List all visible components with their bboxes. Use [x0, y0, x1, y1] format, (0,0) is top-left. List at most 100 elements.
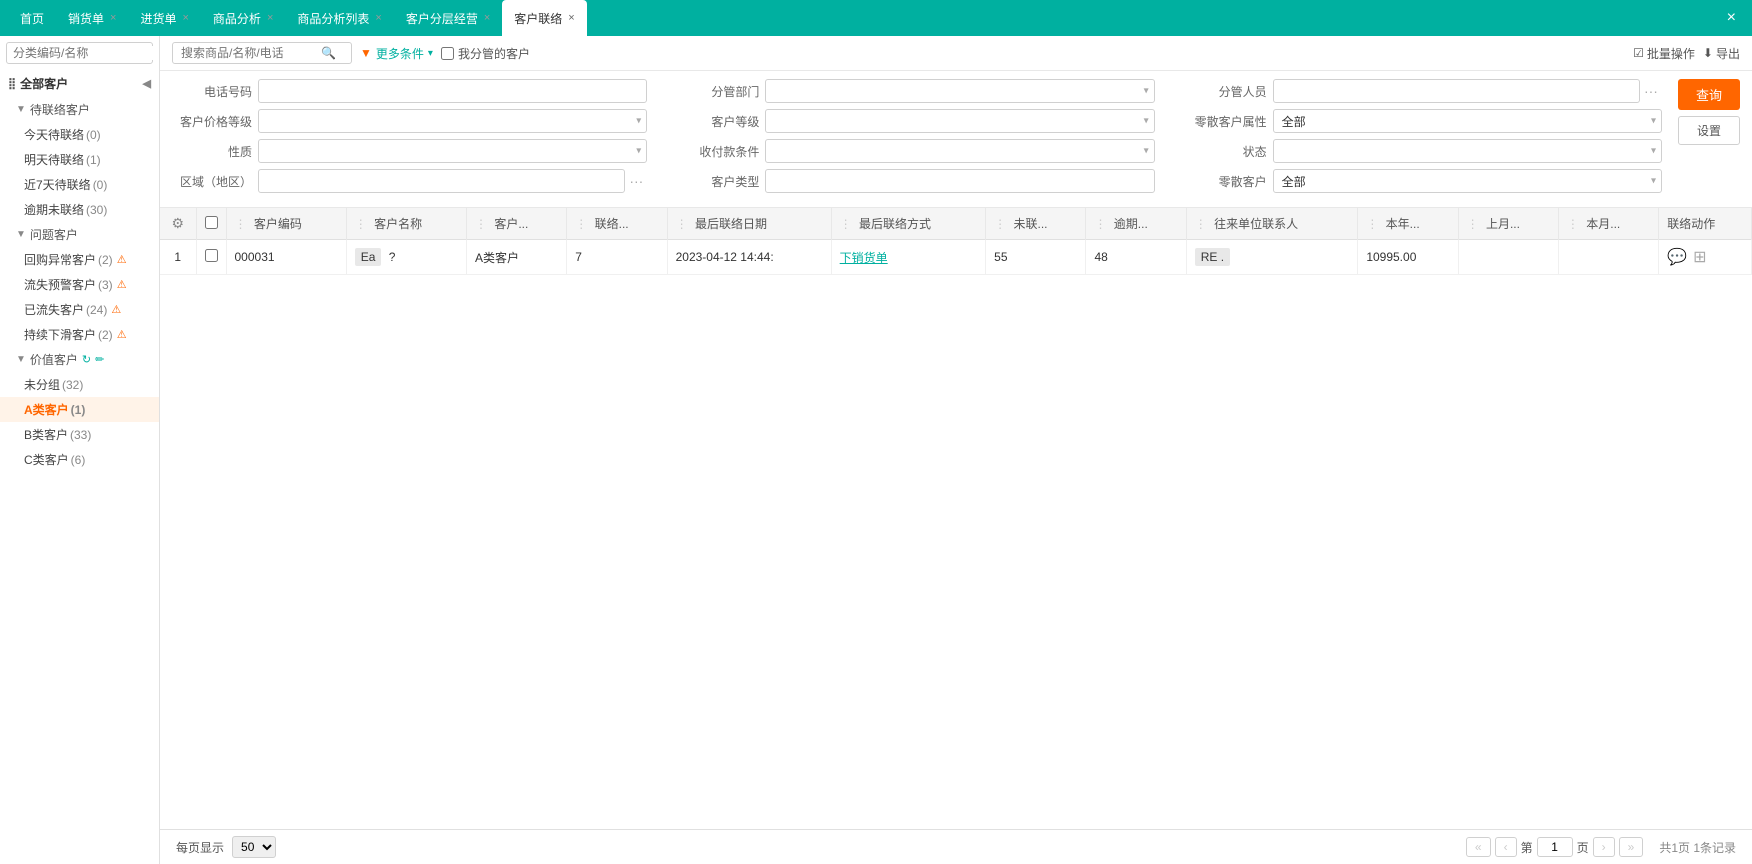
gear-icon[interactable]: ⚙ — [171, 215, 184, 231]
customer-type-input[interactable] — [765, 169, 1154, 193]
tab-product-analysis[interactable]: 商品分析 × — [201, 0, 285, 36]
region-dots-btn[interactable]: ··· — [625, 173, 647, 189]
payment-input[interactable] — [765, 139, 1154, 163]
row-checkbox-cell[interactable] — [196, 240, 226, 275]
batch-operation-btn[interactable]: ☑ 批量操作 — [1633, 45, 1695, 62]
col-thisyear-handle[interactable]: ⋮ — [1366, 217, 1378, 231]
sidebar-item-overdue-pending[interactable]: 逾期未联络 (30) — [0, 197, 159, 222]
price-grade-input[interactable] — [258, 109, 647, 133]
tab-sales[interactable]: 销货单 × — [56, 0, 128, 36]
phone-input[interactable] — [258, 79, 647, 103]
retail-prop-select-wrap[interactable]: ▾ — [1273, 109, 1662, 133]
col-notcontact-handle[interactable]: ⋮ — [994, 217, 1006, 231]
row-checkbox[interactable] — [205, 249, 218, 262]
col-date-handle[interactable]: ⋮ — [676, 217, 688, 231]
filter-search-box[interactable]: 🔍 — [172, 42, 352, 64]
sidebar-item-ungrouped[interactable]: 未分组 (32) — [0, 372, 159, 397]
export-btn[interactable]: ⬇ 导出 — [1703, 45, 1740, 62]
tab-product-analysis-list[interactable]: 商品分析列表 × — [285, 0, 393, 36]
sidebar-item-today-pending[interactable]: 今天待联络 (0) — [0, 122, 159, 147]
all-customers-header[interactable]: ⣿ 全部客户 ◀ — [0, 70, 159, 97]
value-refresh-icon[interactable]: ↻ — [82, 353, 91, 366]
select-all-checkbox[interactable] — [205, 216, 218, 229]
sidebar-item-week-pending[interactable]: 近7天待联络 (0) — [0, 172, 159, 197]
settings-button[interactable]: 设置 — [1678, 116, 1740, 145]
sidebar-item-repurchase-anomaly[interactable]: 回购异常客户 (2) ⚠ — [0, 247, 159, 272]
my-customers-checkbox-wrap[interactable]: 我分管的客户 — [441, 45, 530, 62]
nature-input[interactable] — [258, 139, 647, 163]
dept-select-wrap[interactable]: ▾ — [765, 79, 1154, 103]
col-type-handle[interactable]: ⋮ — [475, 217, 487, 231]
sidebar-item-tomorrow-pending[interactable]: 明天待联络 (1) — [0, 147, 159, 172]
tab-sales-close[interactable]: × — [110, 12, 116, 24]
filter-search-icon[interactable]: 🔍 — [321, 46, 336, 60]
col-checkbox[interactable] — [196, 208, 226, 240]
tab-purchase-close[interactable]: × — [182, 12, 188, 24]
tab-customer-tier[interactable]: 客户分层经营 × — [394, 0, 502, 36]
sidebar: 🔍 ⣿ 全部客户 ◀ ▼ 待联络客户 今天待联络 (0) 明天待联络 (1) 近… — [0, 36, 160, 864]
tab-customer-contact-close[interactable]: × — [568, 12, 574, 24]
sidebar-item-declining[interactable]: 持续下滑客户 (2) ⚠ — [0, 322, 159, 347]
close-all-tabs-button[interactable]: × — [1719, 9, 1744, 27]
my-customers-checkbox[interactable] — [441, 47, 454, 60]
sidebar-item-b-class[interactable]: B类客户 (33) — [0, 422, 159, 447]
tab-product-analysis-list-close[interactable]: × — [375, 12, 381, 24]
col-thismonth-handle[interactable]: ⋮ — [1567, 217, 1579, 231]
sidebar-search-box[interactable]: 🔍 — [6, 42, 153, 64]
nature-select-wrap[interactable]: ▾ — [258, 139, 647, 163]
sidebar-item-churned[interactable]: 已流失客户 (24) ⚠ — [0, 297, 159, 322]
row-not-contacted: 55 — [986, 240, 1086, 275]
col-method-handle[interactable]: ⋮ — [840, 217, 852, 231]
sidebar-item-churn-warning[interactable]: 流失预警客户 (3) ⚠ — [0, 272, 159, 297]
staff-dots-btn[interactable]: ··· — [1640, 83, 1662, 99]
sidebar-collapse-btn[interactable]: ◀ — [143, 77, 151, 90]
col-overdue-handle[interactable]: ⋮ — [1094, 217, 1106, 231]
value-arrow: ▼ — [16, 354, 26, 365]
page-size-select[interactable]: 50 — [232, 836, 276, 858]
col-unitcontact-handle[interactable]: ⋮ — [1195, 217, 1207, 231]
sidebar-item-a-class[interactable]: A类客户 (1) — [0, 397, 159, 422]
sidebar-search-input[interactable] — [13, 46, 160, 60]
tab-product-analysis-close[interactable]: × — [267, 12, 273, 24]
retail-customer-select-wrap[interactable]: ▾ — [1273, 169, 1662, 193]
sidebar-item-c-class[interactable]: C类客户 (6) — [0, 447, 159, 472]
retail-customer-input[interactable] — [1273, 169, 1662, 193]
churned-label: 已流失客户 — [24, 301, 84, 318]
value-edit-icon[interactable]: ✏ — [95, 353, 104, 366]
last-page-btn[interactable]: » — [1619, 837, 1644, 857]
col-settings[interactable]: ⚙ — [160, 208, 196, 240]
dept-input[interactable] — [765, 79, 1154, 103]
col-code-handle[interactable]: ⋮ — [235, 217, 247, 231]
problem-customer-group[interactable]: ▼ 问题客户 — [0, 222, 159, 247]
tab-home[interactable]: 首页 — [8, 0, 56, 36]
query-button[interactable]: 查询 — [1678, 79, 1740, 110]
row-link-icon[interactable]: ⊞ — [1693, 247, 1706, 267]
value-customer-group[interactable]: ▼ 价值客户 ↻ ✏ — [0, 347, 159, 372]
col-lastmonth-handle[interactable]: ⋮ — [1467, 217, 1479, 231]
price-grade-select-wrap[interactable]: ▾ — [258, 109, 647, 133]
status-input[interactable] — [1273, 139, 1662, 163]
page-input[interactable] — [1537, 837, 1573, 857]
next-page-btn[interactable]: › — [1593, 837, 1615, 857]
status-select-wrap[interactable]: ▾ — [1273, 139, 1662, 163]
row-message-icon[interactable]: 💬 — [1667, 247, 1687, 267]
staff-input[interactable] — [1273, 79, 1640, 103]
prev-page-btn[interactable]: ‹ — [1495, 837, 1517, 857]
first-page-btn[interactable]: « — [1466, 837, 1491, 857]
row-last-contact-method-value[interactable]: 下销货单 — [840, 251, 888, 265]
nature-label: 性质 — [172, 143, 252, 160]
customer-grade-select-wrap[interactable]: ▾ — [765, 109, 1154, 133]
col-code-label: 客户编码 — [254, 217, 302, 231]
filter-search-input[interactable] — [181, 46, 321, 60]
retail-prop-input[interactable] — [1273, 109, 1662, 133]
customer-grade-input[interactable] — [765, 109, 1154, 133]
col-contact-handle[interactable]: ⋮ — [575, 217, 587, 231]
pending-contact-group[interactable]: ▼ 待联络客户 — [0, 97, 159, 122]
tab-customer-tier-close[interactable]: × — [484, 12, 490, 24]
tab-customer-contact[interactable]: 客户联络 × — [502, 0, 586, 36]
region-input[interactable] — [258, 169, 625, 193]
col-name-handle[interactable]: ⋮ — [355, 217, 367, 231]
tab-purchase[interactable]: 进货单 × — [128, 0, 200, 36]
payment-select-wrap[interactable]: ▾ — [765, 139, 1154, 163]
more-conditions-btn[interactable]: ▼ 更多条件 ▾ — [360, 45, 433, 62]
